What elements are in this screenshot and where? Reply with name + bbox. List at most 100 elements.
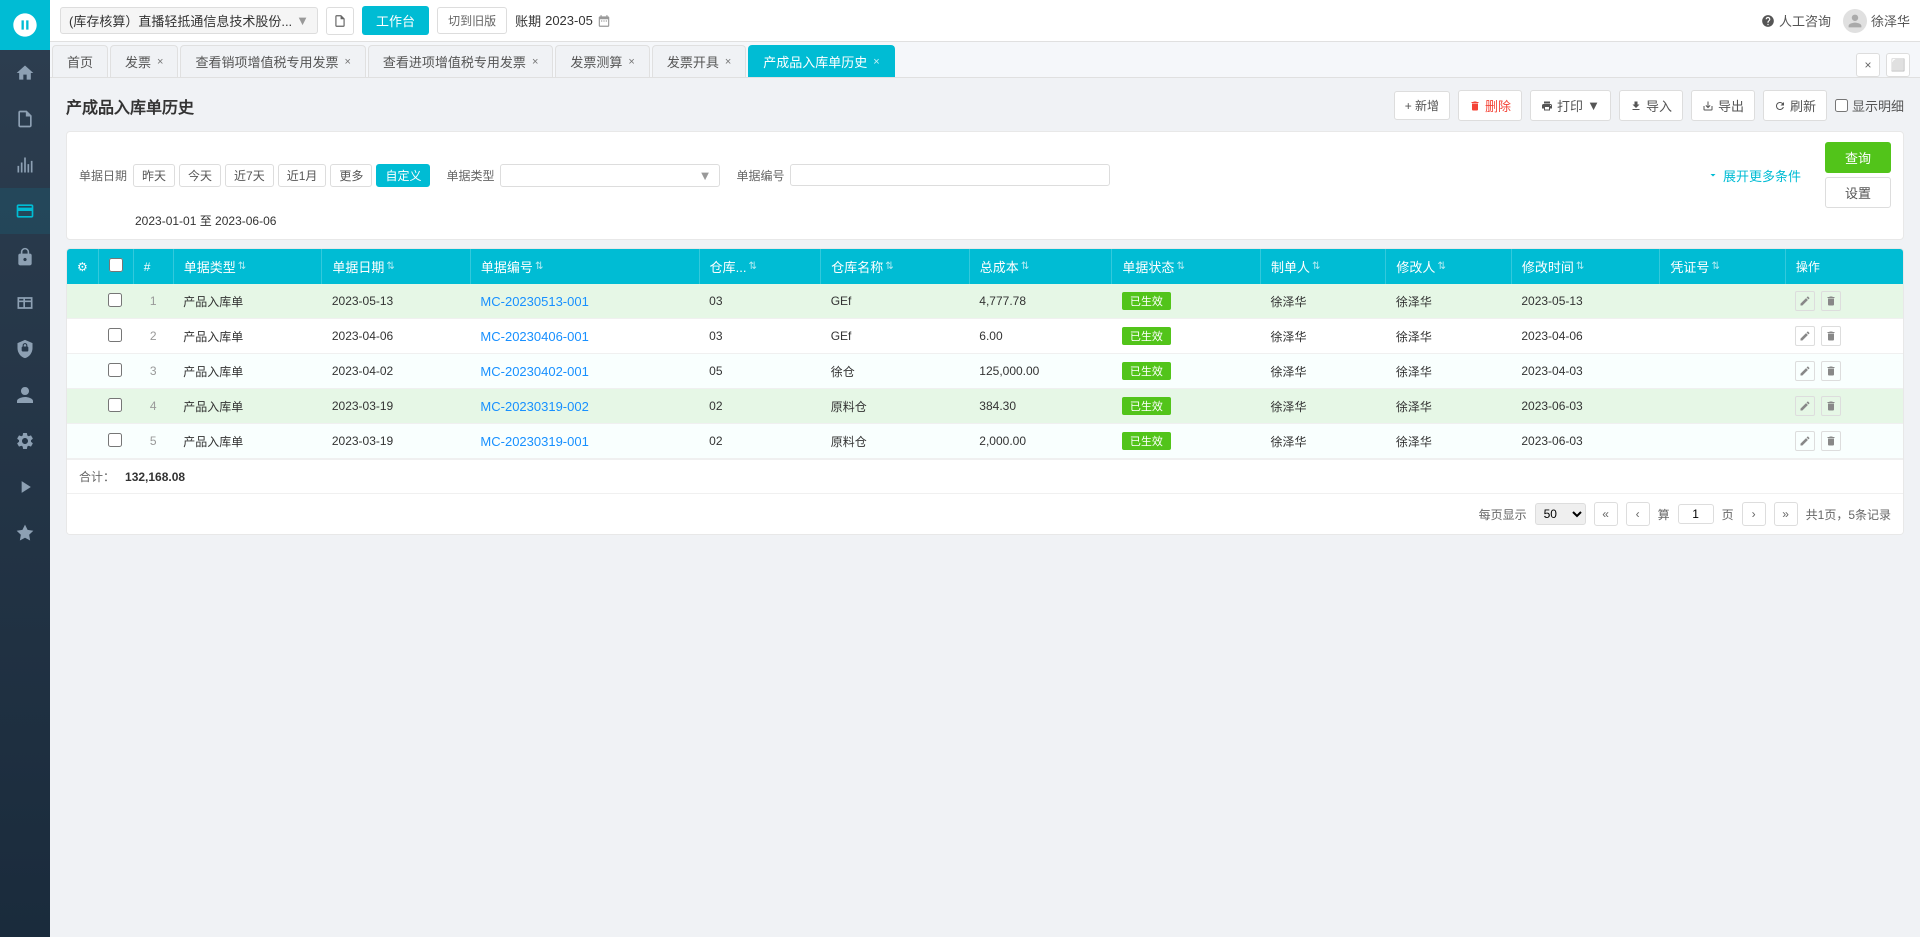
tab-maximize-btn[interactable]: ⬜ [1886, 53, 1910, 77]
row-checkbox-0[interactable] [108, 293, 122, 307]
tab-invoice-calc-close[interactable]: × [628, 56, 634, 68]
tab-invoice-open-close[interactable]: × [725, 56, 731, 68]
tab-check-sales-vat[interactable]: 查看销项增值税专用发票 × [180, 45, 365, 77]
sidebar-item-chart[interactable] [0, 142, 50, 188]
new-btn[interactable]: + 新增 [1394, 91, 1450, 120]
delete-icon-1[interactable] [1821, 326, 1841, 346]
sidebar-item-play[interactable] [0, 464, 50, 510]
print-btn[interactable]: 打印 ▼ [1530, 90, 1611, 121]
col-status[interactable]: 单据状态⇅ [1112, 249, 1261, 284]
tab-check-purchase-vat-close[interactable]: × [532, 56, 538, 68]
service-btn[interactable]: 人工咨询 [1761, 11, 1831, 30]
document-icon-btn[interactable] [326, 7, 354, 35]
last-page-btn[interactable]: » [1774, 502, 1798, 526]
cell-creator-1: 徐泽华 [1261, 319, 1386, 354]
select-all-checkbox[interactable] [109, 258, 123, 272]
delete-btn[interactable]: 删除 [1458, 90, 1522, 121]
import-btn[interactable]: 导入 [1619, 90, 1683, 121]
col-number[interactable]: 单据编号⇅ [470, 249, 699, 284]
col-voucher[interactable]: 凭证号⇅ [1660, 249, 1785, 284]
quick-yesterday[interactable]: 昨天 [133, 164, 175, 187]
cell-modifier-4: 徐泽华 [1386, 424, 1511, 459]
tab-close-all-btn[interactable]: × [1856, 53, 1880, 77]
col-modify-time[interactable]: 修改时间⇅ [1511, 249, 1660, 284]
quick-custom[interactable]: 自定义 [376, 164, 430, 187]
edit-icon-4[interactable] [1795, 431, 1815, 451]
tab-product-history[interactable]: 产成品入库单历史 × [748, 45, 894, 77]
prev-page-btn[interactable]: ‹ [1626, 502, 1650, 526]
row-checkbox-3[interactable] [108, 398, 122, 412]
col-total-cost[interactable]: 总成本⇅ [969, 249, 1112, 284]
row-checkbox-2[interactable] [108, 363, 122, 377]
col-warehouse-name[interactable]: 仓库名称⇅ [821, 249, 970, 284]
next-page-btn[interactable]: › [1742, 502, 1766, 526]
col-date[interactable]: 单据日期⇅ [322, 249, 471, 284]
per-page-select[interactable]: 50 100 200 [1535, 503, 1586, 525]
number-link-2[interactable]: MC-20230402-001 [480, 364, 588, 379]
tab-check-purchase-vat[interactable]: 查看进项增值税专用发票 × [368, 45, 553, 77]
reset-btn[interactable]: 设置 [1825, 177, 1891, 208]
tab-home[interactable]: 首页 [52, 45, 108, 77]
edit-icon-3[interactable] [1795, 396, 1815, 416]
edit-icon-2[interactable] [1795, 361, 1815, 381]
cell-action-2 [1785, 354, 1903, 389]
number-link-0[interactable]: MC-20230513-001 [480, 294, 588, 309]
export-btn[interactable]: 导出 [1691, 90, 1755, 121]
tab-invoice-open[interactable]: 发票开具 × [652, 45, 746, 77]
cell-modifier-2: 徐泽华 [1386, 354, 1511, 389]
sidebar-item-stamp[interactable] [0, 326, 50, 372]
tab-actions: × ⬜ [1856, 53, 1920, 77]
quick-today[interactable]: 今天 [179, 164, 221, 187]
table-row: 4 产品入库单 2023-03-19 MC-20230319-002 02 原料… [67, 389, 1903, 424]
edit-icon-0[interactable] [1795, 291, 1815, 311]
delete-icon-3[interactable] [1821, 396, 1841, 416]
quick-more[interactable]: 更多 [330, 164, 372, 187]
data-table: ⚙ # 单据类型⇅ 单据日期⇅ 单据编号⇅ 仓库...⇅ 仓库名称⇅ 总成本⇅ … [67, 249, 1903, 459]
col-modifier[interactable]: 修改人⇅ [1386, 249, 1511, 284]
oldver-btn[interactable]: 切到旧版 [437, 7, 507, 34]
sidebar-item-invoice[interactable] [0, 188, 50, 234]
cell-number-3: MC-20230319-002 [470, 389, 699, 424]
number-link-1[interactable]: MC-20230406-001 [480, 329, 588, 344]
type-select[interactable]: ▼ [500, 164, 720, 187]
delete-icon-2[interactable] [1821, 361, 1841, 381]
refresh-btn[interactable]: 刷新 [1763, 90, 1827, 121]
row-checkbox-1[interactable] [108, 328, 122, 342]
sidebar-item-person[interactable] [0, 372, 50, 418]
col-settings[interactable]: ⚙ [67, 249, 98, 284]
number-link-3[interactable]: MC-20230319-002 [480, 399, 588, 414]
number-link-4[interactable]: MC-20230319-001 [480, 434, 588, 449]
tab-invoice-calc[interactable]: 发票测算 × [555, 45, 649, 77]
tab-invoice[interactable]: 发票 × [110, 45, 178, 77]
user-menu[interactable]: 徐泽华 [1843, 9, 1910, 33]
quick-1month[interactable]: 近1月 [278, 164, 327, 187]
quick-7days[interactable]: 近7天 [225, 164, 274, 187]
query-btn[interactable]: 查询 [1825, 142, 1891, 173]
delete-icon-4[interactable] [1821, 431, 1841, 451]
company-selector[interactable]: (库存核算）直播轻抵通信息技术股份... ▼ [60, 7, 318, 34]
col-warehouse-code[interactable]: 仓库...⇅ [699, 249, 821, 284]
sidebar-item-lock[interactable] [0, 234, 50, 280]
cell-num-4: 5 [133, 424, 173, 459]
sidebar-item-document[interactable] [0, 96, 50, 142]
edit-icon-1[interactable] [1795, 326, 1815, 346]
tab-check-sales-vat-close[interactable]: × [344, 56, 350, 68]
first-page-btn[interactable]: « [1594, 502, 1618, 526]
expand-filter-btn[interactable]: 展开更多条件 [1707, 166, 1801, 185]
workspace-btn[interactable]: 工作台 [362, 6, 429, 35]
query-btn-group: 查询 设置 [1825, 142, 1891, 208]
show-detail-checkbox[interactable] [1835, 99, 1848, 112]
tab-invoice-close[interactable]: × [157, 56, 163, 68]
page-input[interactable] [1678, 504, 1714, 524]
tab-product-history-close[interactable]: × [873, 56, 879, 68]
delete-icon-0[interactable] [1821, 291, 1841, 311]
number-filter-input[interactable] [790, 164, 1110, 186]
col-creator[interactable]: 制单人⇅ [1261, 249, 1386, 284]
sidebar-item-layout[interactable] [0, 280, 50, 326]
sidebar-item-gear[interactable] [0, 418, 50, 464]
sidebar-item-home[interactable] [0, 50, 50, 96]
sidebar-item-star[interactable] [0, 510, 50, 556]
show-detail-toggle[interactable]: 显示明细 [1835, 96, 1904, 115]
col-type[interactable]: 单据类型⇅ [173, 249, 322, 284]
row-checkbox-4[interactable] [108, 433, 122, 447]
